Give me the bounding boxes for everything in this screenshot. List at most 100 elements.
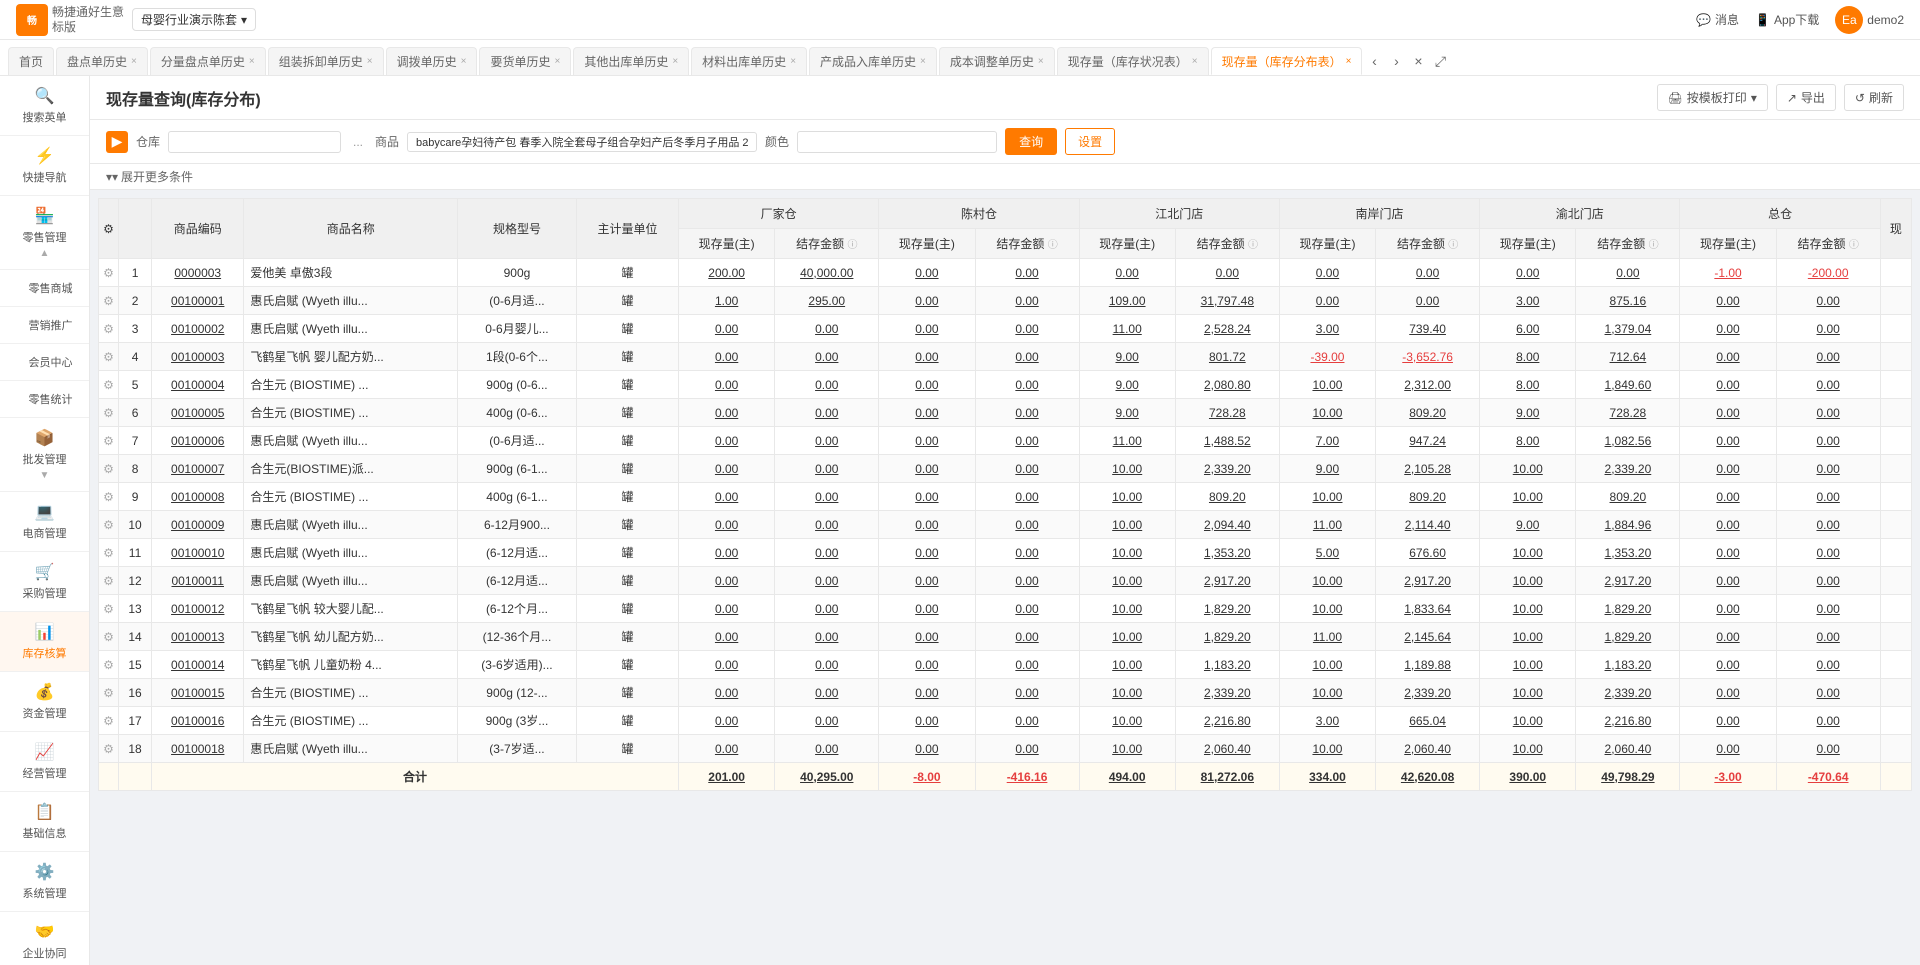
tab-xiancunzhuang[interactable]: 现存量（库存状况表） × bbox=[1057, 47, 1209, 75]
row-chencun-qty[interactable]: 0.00 bbox=[879, 651, 975, 679]
row-chencun-qty[interactable]: 0.00 bbox=[879, 315, 975, 343]
row-jiangbei-amt[interactable]: 1,183.20 bbox=[1175, 651, 1279, 679]
row-total-qty[interactable]: 0.00 bbox=[1680, 427, 1776, 455]
row-total-amt[interactable]: 0.00 bbox=[1776, 287, 1880, 315]
env-selector[interactable]: 母婴行业演示陈套 ▾ bbox=[132, 8, 256, 31]
row-factory-qty[interactable]: 1.00 bbox=[679, 287, 775, 315]
product-input[interactable] bbox=[407, 132, 757, 152]
row-yubei-amt[interactable]: 1,829.20 bbox=[1576, 623, 1680, 651]
row-nanan-qty[interactable]: 5.00 bbox=[1279, 539, 1375, 567]
info-icon[interactable]: ⓘ bbox=[1649, 240, 1659, 251]
row-chencun-qty[interactable]: 0.00 bbox=[879, 735, 975, 763]
row-factory-amt[interactable]: 0.00 bbox=[775, 623, 879, 651]
row-yubei-qty[interactable]: 8.00 bbox=[1480, 427, 1576, 455]
row-factory-amt[interactable]: 0.00 bbox=[775, 483, 879, 511]
row-total-amt[interactable]: 0.00 bbox=[1776, 735, 1880, 763]
row-chencun-qty[interactable]: 0.00 bbox=[879, 679, 975, 707]
sidebar-item-member[interactable]: 会员中心 bbox=[0, 344, 89, 381]
row-total-amt[interactable]: 0.00 bbox=[1776, 539, 1880, 567]
row-jiangbei-amt[interactable]: 801.72 bbox=[1175, 343, 1279, 371]
sidebar-item-purchase[interactable]: 🛒 采购管理 bbox=[0, 552, 89, 612]
row-yubei-amt[interactable]: 728.28 bbox=[1576, 399, 1680, 427]
row-factory-qty[interactable]: 0.00 bbox=[679, 735, 775, 763]
row-total-amt[interactable]: 0.00 bbox=[1776, 371, 1880, 399]
tab-zuzhechaichu[interactable]: 组装拆卸单历史 × bbox=[268, 47, 384, 75]
row-factory-amt[interactable]: 0.00 bbox=[775, 511, 879, 539]
row-total-amt[interactable]: 0.00 bbox=[1776, 623, 1880, 651]
row-factory-qty[interactable]: 0.00 bbox=[679, 567, 775, 595]
close-icon[interactable]: × bbox=[131, 56, 137, 67]
tab-prev-btn[interactable]: ‹ bbox=[1364, 47, 1384, 75]
row-nanan-qty[interactable]: 11.00 bbox=[1279, 623, 1375, 651]
row-yubei-qty[interactable]: 10.00 bbox=[1480, 735, 1576, 763]
row-yubei-amt[interactable]: 2,339.20 bbox=[1576, 455, 1680, 483]
row-code[interactable]: 00100010 bbox=[152, 539, 244, 567]
row-chencun-amt[interactable]: 0.00 bbox=[975, 259, 1079, 287]
row-code[interactable]: 00100001 bbox=[152, 287, 244, 315]
row-factory-amt[interactable]: 0.00 bbox=[775, 371, 879, 399]
row-code[interactable]: 00100011 bbox=[152, 567, 244, 595]
row-yubei-amt[interactable]: 1,884.96 bbox=[1576, 511, 1680, 539]
row-yubei-qty[interactable]: 10.00 bbox=[1480, 651, 1576, 679]
row-yubei-qty[interactable]: 0.00 bbox=[1480, 259, 1576, 287]
row-yubei-qty[interactable]: 10.00 bbox=[1480, 567, 1576, 595]
row-code[interactable]: 00100016 bbox=[152, 707, 244, 735]
row-chencun-qty[interactable]: 0.00 bbox=[879, 483, 975, 511]
row-factory-qty[interactable]: 0.00 bbox=[679, 483, 775, 511]
row-jiangbei-qty[interactable]: 10.00 bbox=[1079, 539, 1175, 567]
row-chencun-qty[interactable]: 0.00 bbox=[879, 595, 975, 623]
row-jiangbei-qty[interactable]: 10.00 bbox=[1079, 735, 1175, 763]
tab-home[interactable]: 首页 bbox=[8, 47, 54, 75]
tab-next-btn[interactable]: › bbox=[1386, 47, 1406, 75]
row-yubei-qty[interactable]: 10.00 bbox=[1480, 595, 1576, 623]
row-code[interactable]: 00100007 bbox=[152, 455, 244, 483]
row-chencun-qty[interactable]: 0.00 bbox=[879, 455, 975, 483]
row-factory-amt[interactable]: 0.00 bbox=[775, 455, 879, 483]
row-yubei-qty[interactable]: 10.00 bbox=[1480, 623, 1576, 651]
row-chencun-qty[interactable]: 0.00 bbox=[879, 287, 975, 315]
row-factory-amt[interactable]: 0.00 bbox=[775, 595, 879, 623]
row-chencun-amt[interactable]: 0.00 bbox=[975, 567, 1079, 595]
row-nanan-qty[interactable]: 10.00 bbox=[1279, 679, 1375, 707]
row-jiangbei-qty[interactable]: 11.00 bbox=[1079, 427, 1175, 455]
info-icon[interactable]: ⓘ bbox=[1048, 240, 1058, 251]
row-total-amt[interactable]: 0.00 bbox=[1776, 315, 1880, 343]
tab-pandian[interactable]: 盘点单历史 × bbox=[56, 47, 148, 75]
tab-xiancunfen[interactable]: 现存量（库存分布表） × bbox=[1211, 47, 1363, 75]
row-factory-qty[interactable]: 0.00 bbox=[679, 427, 775, 455]
message-btn[interactable]: 💬 消息 bbox=[1696, 11, 1739, 28]
row-chencun-qty[interactable]: 0.00 bbox=[879, 343, 975, 371]
row-nanan-qty[interactable]: 10.00 bbox=[1279, 651, 1375, 679]
sidebar-item-finance[interactable]: 💰 资金管理 bbox=[0, 672, 89, 732]
row-nanan-amt[interactable]: 809.20 bbox=[1376, 483, 1480, 511]
row-yubei-amt[interactable]: 1,829.20 bbox=[1576, 595, 1680, 623]
row-total-qty[interactable]: 0.00 bbox=[1680, 679, 1776, 707]
print-btn[interactable]: 🖨 按模板打印 ▾ bbox=[1657, 84, 1768, 111]
tab-qitachu[interactable]: 其他出库单历史 × bbox=[573, 47, 689, 75]
row-chencun-amt[interactable]: 0.00 bbox=[975, 623, 1079, 651]
app-download-btn[interactable]: 📱 App下载 bbox=[1755, 11, 1819, 28]
row-factory-amt[interactable]: 40,000.00 bbox=[775, 259, 879, 287]
tab-cailiaochu[interactable]: 材料出库单历史 × bbox=[691, 47, 807, 75]
close-icon[interactable]: × bbox=[1192, 56, 1198, 67]
row-code[interactable]: 00100006 bbox=[152, 427, 244, 455]
row-factory-qty[interactable]: 0.00 bbox=[679, 399, 775, 427]
row-factory-qty[interactable]: 0.00 bbox=[679, 511, 775, 539]
row-total-amt[interactable]: 0.00 bbox=[1776, 483, 1880, 511]
export-btn[interactable]: ↗ 导出 bbox=[1776, 84, 1836, 111]
row-total-qty[interactable]: 0.00 bbox=[1680, 455, 1776, 483]
row-nanan-qty[interactable]: 7.00 bbox=[1279, 427, 1375, 455]
row-total-qty[interactable]: 0.00 bbox=[1680, 399, 1776, 427]
row-total-qty[interactable]: 0.00 bbox=[1680, 651, 1776, 679]
row-factory-qty[interactable]: 0.00 bbox=[679, 651, 775, 679]
row-jiangbei-amt[interactable]: 2,339.20 bbox=[1175, 455, 1279, 483]
row-jiangbei-qty[interactable]: 9.00 bbox=[1079, 399, 1175, 427]
row-chencun-amt[interactable]: 0.00 bbox=[975, 651, 1079, 679]
row-nanan-qty[interactable]: 9.00 bbox=[1279, 455, 1375, 483]
expand-conditions-btn[interactable]: ▾▾ 展开更多条件 bbox=[106, 168, 193, 185]
sidebar-item-quicknav[interactable]: ⚡ 快捷导航 bbox=[0, 136, 89, 196]
row-total-qty[interactable]: 0.00 bbox=[1680, 623, 1776, 651]
row-jiangbei-qty[interactable]: 10.00 bbox=[1079, 567, 1175, 595]
row-factory-amt[interactable]: 0.00 bbox=[775, 343, 879, 371]
sidebar-item-wholesale[interactable]: 📦 批发管理 ▼ bbox=[0, 418, 89, 492]
